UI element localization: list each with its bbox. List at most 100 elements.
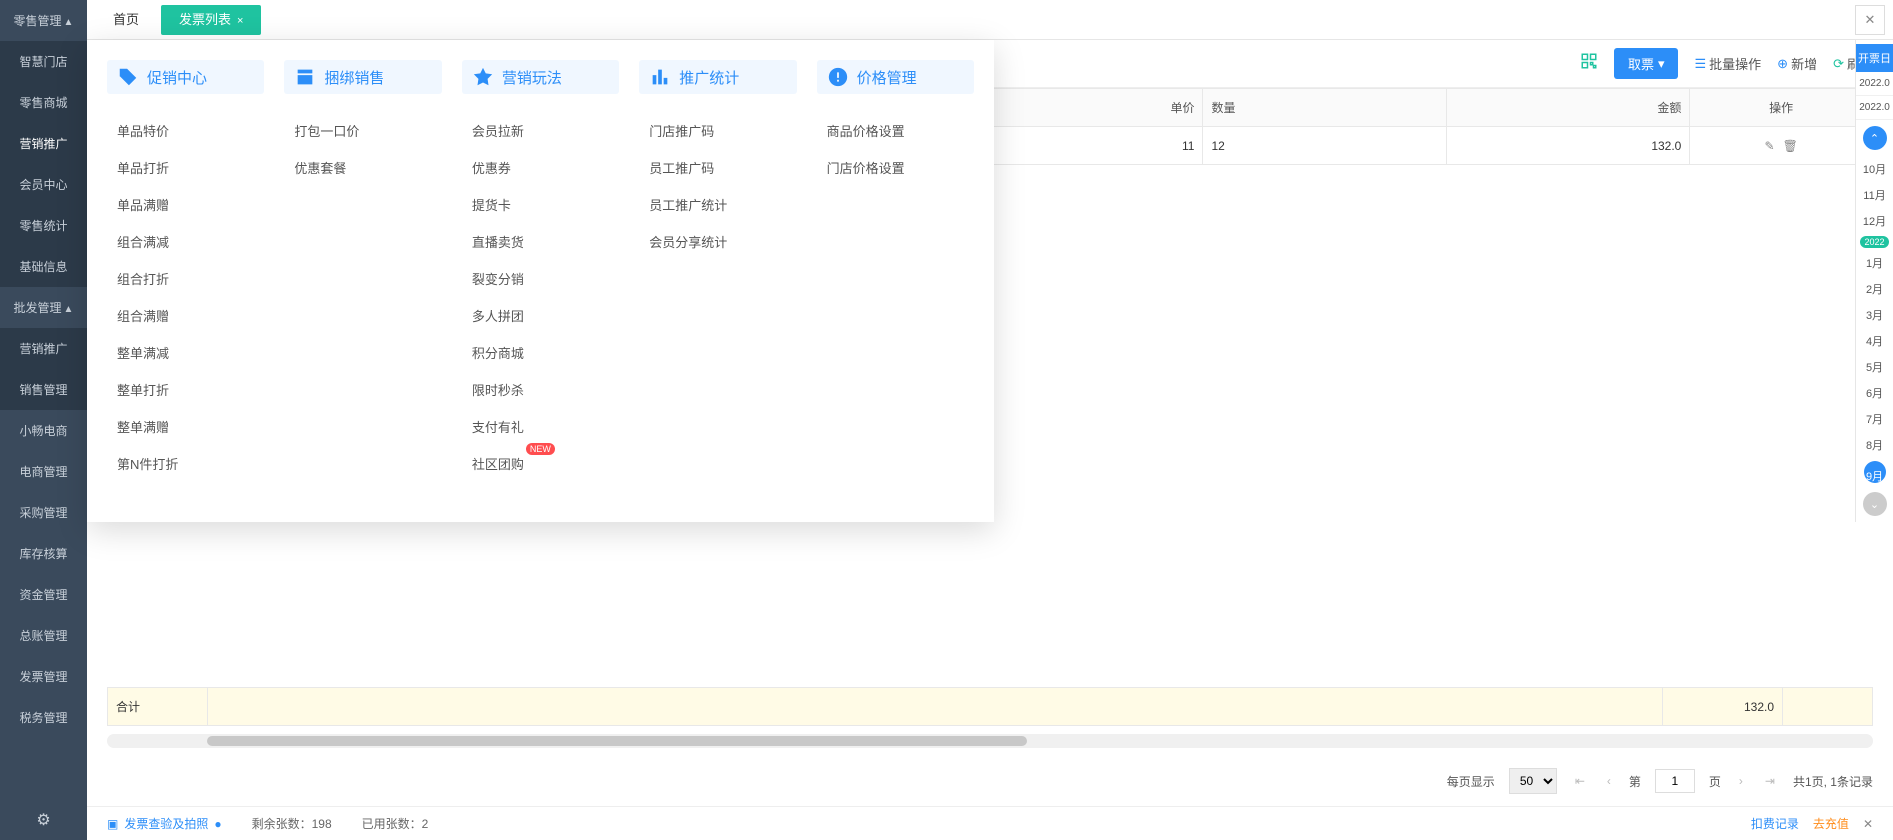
- sidebar-item-ledger[interactable]: 总账管理: [0, 615, 87, 656]
- rail-month[interactable]: 2月: [1856, 276, 1893, 302]
- summary-row: 合计 132.0: [108, 688, 1873, 726]
- mega-item[interactable]: 整单打折: [107, 371, 264, 408]
- sidebar-item-retail-stats[interactable]: 零售统计: [0, 205, 87, 246]
- invoice-verify-link[interactable]: 发票查验及拍照: [124, 815, 208, 832]
- rail-month[interactable]: 10月: [1856, 156, 1893, 182]
- mega-item[interactable]: 会员拉新: [462, 112, 619, 149]
- rail-month-current[interactable]: 9月: [1864, 461, 1886, 483]
- col-qty[interactable]: 数量: [1203, 89, 1446, 127]
- per-page-label: 每页显示: [1447, 773, 1495, 790]
- deduct-log-link[interactable]: 扣费记录: [1751, 815, 1799, 832]
- page-input[interactable]: [1655, 769, 1695, 793]
- col-amount[interactable]: 金额: [1446, 89, 1689, 127]
- rail-month[interactable]: 12月: [1856, 208, 1893, 234]
- last-page-button[interactable]: ⇥: [1761, 774, 1779, 788]
- prev-page-button[interactable]: ‹: [1603, 774, 1615, 788]
- sidebar-item-xiaochang[interactable]: 小畅电商: [0, 410, 87, 451]
- sidebar-item-ecommerce[interactable]: 电商管理: [0, 451, 87, 492]
- info-icon[interactable]: ●: [214, 817, 221, 831]
- mega-item[interactable]: 门店推广码: [639, 112, 796, 149]
- next-page-button[interactable]: ›: [1735, 774, 1747, 788]
- sidebar-item-smart-store[interactable]: 智慧门店: [0, 41, 87, 82]
- rail-scroll-up[interactable]: ⌃: [1863, 126, 1887, 150]
- mega-item[interactable]: 优惠券: [462, 149, 619, 186]
- rail-month[interactable]: 3月: [1856, 302, 1893, 328]
- mega-item[interactable]: 积分商城: [462, 334, 619, 371]
- edit-icon[interactable]: ✎: [1765, 139, 1775, 153]
- batch-ops-button[interactable]: ☰批量操作: [1694, 54, 1761, 73]
- per-page-select[interactable]: 50: [1509, 768, 1557, 794]
- qr-icon[interactable]: [1580, 52, 1598, 75]
- gear-icon[interactable]: ⚙: [36, 812, 50, 829]
- summary-label: 合计: [108, 688, 208, 726]
- mega-item[interactable]: 打包一口价: [284, 112, 441, 149]
- mega-item[interactable]: 整单满减: [107, 334, 264, 371]
- mega-item[interactable]: 优惠套餐: [284, 149, 441, 186]
- mega-item[interactable]: 裂变分销: [462, 260, 619, 297]
- cell-qty: 12: [1203, 127, 1446, 165]
- rail-month[interactable]: 7月: [1856, 406, 1893, 432]
- rail-month[interactable]: 4月: [1856, 328, 1893, 354]
- rail-month[interactable]: 11月: [1856, 182, 1893, 208]
- mega-item[interactable]: 提货卡: [462, 186, 619, 223]
- mega-item[interactable]: 单品打折: [107, 149, 264, 186]
- rail-month[interactable]: 8月: [1856, 432, 1893, 458]
- sidebar-item-basic-info[interactable]: 基础信息: [0, 246, 87, 287]
- mega-item[interactable]: 组合打折: [107, 260, 264, 297]
- sidebar-item-funds[interactable]: 资金管理: [0, 574, 87, 615]
- sidebar-item-member-center[interactable]: 会员中心: [0, 164, 87, 205]
- sidebar-item-purchase[interactable]: 采购管理: [0, 492, 87, 533]
- mega-item[interactable]: 员工推广统计: [639, 186, 796, 223]
- mega-item[interactable]: 第N件打折: [107, 445, 264, 482]
- close-icon[interactable]: ×: [237, 15, 243, 27]
- add-button[interactable]: ⊕新增: [1777, 54, 1817, 73]
- sidebar-item-wholesale-marketing[interactable]: 营销推广: [0, 328, 87, 369]
- mega-item[interactable]: 支付有礼: [462, 408, 619, 445]
- rail-year[interactable]: 2022.0: [1856, 96, 1893, 120]
- rail-month[interactable]: 5月: [1856, 354, 1893, 380]
- horizontal-scrollbar[interactable]: [107, 734, 1873, 748]
- mega-item[interactable]: 单品满赠: [107, 186, 264, 223]
- mega-item[interactable]: 组合满减: [107, 223, 264, 260]
- rail-year[interactable]: 2022.0: [1856, 72, 1893, 96]
- tab-invoice-list[interactable]: 发票列表×: [161, 5, 261, 35]
- col-ops: 操作: [1690, 89, 1873, 127]
- sidebar-item-sales-mgmt[interactable]: 销售管理: [0, 369, 87, 410]
- mega-item[interactable]: 会员分享统计: [639, 223, 796, 260]
- mega-header-promo: 促销中心: [107, 60, 264, 94]
- pager-total: 共1页, 1条记录: [1793, 773, 1873, 790]
- mega-item[interactable]: 商品价格设置: [817, 112, 974, 149]
- delete-icon[interactable]: 🗑: [1783, 139, 1798, 153]
- footer-close[interactable]: ✕: [1863, 817, 1873, 831]
- sidebar-group-retail[interactable]: 零售管理▲: [0, 0, 87, 41]
- sidebar-item-inventory[interactable]: 库存核算: [0, 533, 87, 574]
- page-prefix: 第: [1629, 773, 1641, 790]
- get-invoice-button[interactable]: 取票▾: [1614, 48, 1679, 79]
- mega-item[interactable]: 限时秒杀: [462, 371, 619, 408]
- rail-month[interactable]: 6月: [1856, 380, 1893, 406]
- tab-home[interactable]: 首页: [95, 5, 157, 35]
- mega-header-stats: 推广统计: [639, 60, 796, 94]
- mega-header-bundle: 捆绑销售: [284, 60, 441, 94]
- rail-month[interactable]: 1月: [1856, 250, 1893, 276]
- rail-open-label[interactable]: 开票日: [1856, 44, 1893, 72]
- sidebar-item-tax[interactable]: 税务管理: [0, 697, 87, 738]
- mega-item[interactable]: 组合满赠: [107, 297, 264, 334]
- sidebar-item-marketing[interactable]: 营销推广: [0, 123, 87, 164]
- recharge-link[interactable]: 去充值: [1813, 815, 1849, 832]
- close-all-tabs[interactable]: ✕: [1855, 5, 1885, 35]
- sidebar-item-retail-mall[interactable]: 零售商城: [0, 82, 87, 123]
- mega-item[interactable]: 单品特价: [107, 112, 264, 149]
- mega-item[interactable]: 员工推广码: [639, 149, 796, 186]
- page-suffix: 页: [1709, 773, 1721, 790]
- mega-item[interactable]: 直播卖货: [462, 223, 619, 260]
- sidebar-group-wholesale[interactable]: 批发管理▲: [0, 287, 87, 328]
- mega-item[interactable]: 多人拼团: [462, 297, 619, 334]
- first-page-button[interactable]: ⇤: [1571, 774, 1589, 788]
- sidebar-item-invoice[interactable]: 发票管理: [0, 656, 87, 697]
- mega-item[interactable]: 整单满赠: [107, 408, 264, 445]
- rail-scroll-down[interactable]: ⌄: [1863, 492, 1887, 516]
- mega-item[interactable]: 门店价格设置: [817, 149, 974, 186]
- mega-item[interactable]: 社区团购NEW: [462, 445, 619, 482]
- scrollbar-thumb[interactable]: [207, 736, 1027, 746]
